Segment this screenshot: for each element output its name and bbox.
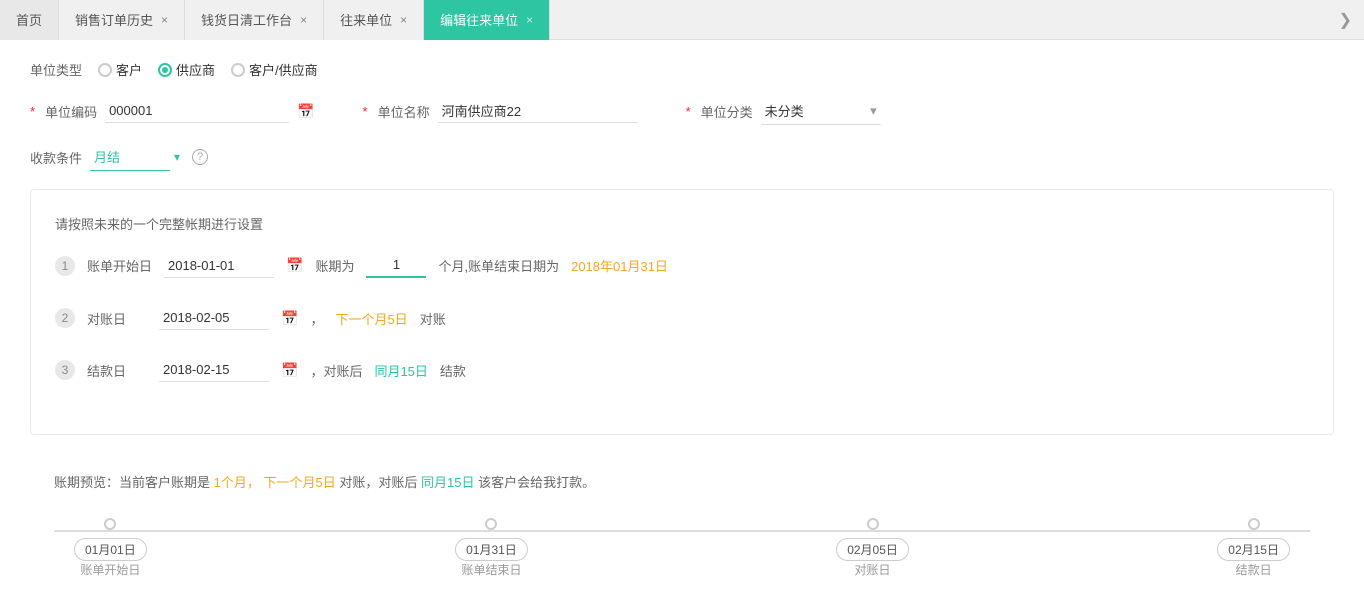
start-date-input[interactable]: [164, 254, 274, 278]
preview-period: 1个月，: [214, 475, 260, 490]
payment-condition-label: 收款条件: [30, 148, 82, 167]
period-value-input[interactable]: [366, 253, 426, 278]
unit-category-select[interactable]: 未分类 ▾: [761, 97, 881, 125]
main-content: 单位类型 客户 供应商 客户/供应商 * 单位编码 📅 * 单位名称: [0, 40, 1364, 614]
timeline-node-3: 02月15日 结款日: [1217, 518, 1290, 578]
unit-info-row: * 单位编码 📅 * 单位名称 * 单位分类 未分类 ▾: [30, 97, 1334, 125]
reconcile-suffix: ，: [310, 309, 323, 328]
preview-middle: 对账，对账后: [339, 475, 417, 490]
timeline-node-0: 01月01日 账单开始日: [74, 518, 147, 578]
timeline-nodes: 01月01日 账单开始日 01月31日 账单结束日 02月05日 对账日: [74, 518, 1290, 578]
timeline-dot-2: [867, 518, 879, 530]
payment-highlight: 同月15日: [374, 361, 427, 380]
setting-row-2: 2 对账日 📅 ， 下一个月5日 对账: [55, 306, 1309, 330]
start-date-label: 账单开始日: [87, 256, 152, 275]
reconcile-date-input[interactable]: [159, 306, 269, 330]
timeline-badge-2: 02月05日: [836, 538, 909, 561]
payment-suffix: ，对账后: [310, 361, 362, 380]
payment-date-label: 结款日: [87, 361, 147, 380]
preview-section: 账期预览：当前客户账期是 1个月， 下一个月5日 对账，对账后 同月15日 该客…: [30, 455, 1334, 594]
reconcile-suffix2: 对账: [420, 309, 446, 328]
start-date-calendar-icon[interactable]: 📅: [286, 257, 303, 274]
unit-type-label: 单位类型: [30, 60, 82, 79]
tab-sales-history-close[interactable]: ×: [161, 13, 168, 27]
unit-type-radio-group: 客户 供应商 客户/供应商: [98, 60, 318, 79]
radio-customer-circle: [98, 63, 112, 77]
reconcile-date-calendar-icon[interactable]: 📅: [281, 310, 298, 327]
payment-condition-select: 月结 ▾: [90, 143, 180, 171]
tabs-bar: 首页 销售订单历史 × 钱货日清工作台 × 往来单位 × 编辑往来单位 × ❯: [0, 0, 1364, 40]
timeline-sublabel-3: 结款日: [1236, 561, 1272, 578]
payment-date-calendar-icon[interactable]: 📅: [281, 362, 298, 379]
panel-title: 请按照未来的一个完整帐期进行设置: [55, 214, 1309, 233]
radio-both[interactable]: 客户/供应商: [231, 60, 318, 79]
preview-text: 账期预览：当前客户账期是 1个月， 下一个月5日 对账，对账后 同月15日 该客…: [54, 471, 1310, 494]
timeline-dot-1: [485, 518, 497, 530]
payment-suffix2: 结款: [440, 361, 466, 380]
payment-condition-row: 收款条件 月结 ▾ ?: [30, 143, 1334, 171]
payment-date-input[interactable]: [159, 358, 269, 382]
preview-reconcile-date: 下一个月5日: [264, 475, 336, 490]
reconcile-date-label: 对账日: [87, 309, 147, 328]
preview-payment-date: 同月15日: [421, 475, 474, 490]
unit-code-calendar-icon[interactable]: 📅: [297, 103, 314, 120]
timeline-sublabel-2: 对账日: [855, 561, 891, 578]
period-unit-label: 个月,账单结束日期为: [438, 256, 559, 275]
setting-num-1: 1: [55, 256, 75, 276]
tab-partner-close[interactable]: ×: [400, 13, 407, 27]
timeline-badge-1: 01月31日: [455, 538, 528, 561]
timeline-dot-0: [104, 518, 116, 530]
timeline-sublabel-1: 账单结束日: [461, 561, 521, 578]
period-for-label: 账期为: [315, 256, 354, 275]
unit-category-field: * 单位分类 未分类 ▾: [686, 97, 881, 125]
timeline-sublabel-0: 账单开始日: [80, 561, 140, 578]
reconcile-highlight: 下一个月5日: [335, 309, 407, 328]
tab-home[interactable]: 首页: [0, 0, 59, 40]
radio-customer[interactable]: 客户: [98, 60, 142, 79]
timeline-badge-3: 02月15日: [1217, 538, 1290, 561]
tab-edit-partner-close[interactable]: ×: [526, 13, 533, 27]
radio-supplier[interactable]: 供应商: [158, 60, 215, 79]
setting-row-1: 1 账单开始日 📅 账期为 个月,账单结束日期为 2018年01月31日: [55, 253, 1309, 278]
unit-code-label: 单位编码: [45, 102, 97, 121]
timeline-dot-3: [1248, 518, 1260, 530]
tab-cash-work[interactable]: 钱货日清工作台 ×: [185, 0, 324, 40]
tab-partner[interactable]: 往来单位 ×: [324, 0, 424, 40]
unit-category-arrow-icon: ▾: [870, 103, 877, 119]
unit-code-field: * 单位编码 📅: [30, 99, 315, 123]
timeline-node-2: 02月05日 对账日: [836, 518, 909, 578]
unit-name-field: * 单位名称: [363, 99, 638, 123]
unit-type-row: 单位类型 客户 供应商 客户/供应商: [30, 60, 1334, 79]
tab-edit-partner[interactable]: 编辑往来单位 ×: [424, 0, 550, 40]
setting-num-2: 2: [55, 308, 75, 328]
setting-num-3: 3: [55, 360, 75, 380]
tab-cash-work-close[interactable]: ×: [300, 13, 307, 27]
timeline: 01月01日 账单开始日 01月31日 账单结束日 02月05日 对账日: [54, 518, 1310, 578]
unit-category-label: 单位分类: [701, 102, 753, 121]
tab-sales-history[interactable]: 销售订单历史 ×: [59, 0, 185, 40]
unit-code-input[interactable]: [105, 99, 289, 123]
preview-suffix: 该客户会给我打款。: [478, 475, 595, 490]
radio-both-circle: [231, 63, 245, 77]
unit-name-label: 单位名称: [378, 102, 430, 121]
payment-condition-help-icon[interactable]: ?: [192, 149, 208, 165]
settings-panel: 请按照未来的一个完整帐期进行设置 1 账单开始日 📅 账期为 个月,账单结束日期…: [30, 189, 1334, 435]
timeline-node-1: 01月31日 账单结束日: [455, 518, 528, 578]
timeline-badge-0: 01月01日: [74, 538, 147, 561]
unit-name-input[interactable]: [438, 99, 638, 123]
setting-row-3: 3 结款日 📅 ，对账后 同月15日 结款: [55, 358, 1309, 382]
tabs-scroll-right[interactable]: ❯: [1327, 0, 1364, 40]
end-date-highlight: 2018年01月31日: [571, 256, 668, 275]
radio-supplier-circle: [158, 63, 172, 77]
payment-condition-value[interactable]: 月结: [90, 143, 170, 171]
payment-condition-dropdown-icon[interactable]: ▾: [174, 150, 180, 164]
